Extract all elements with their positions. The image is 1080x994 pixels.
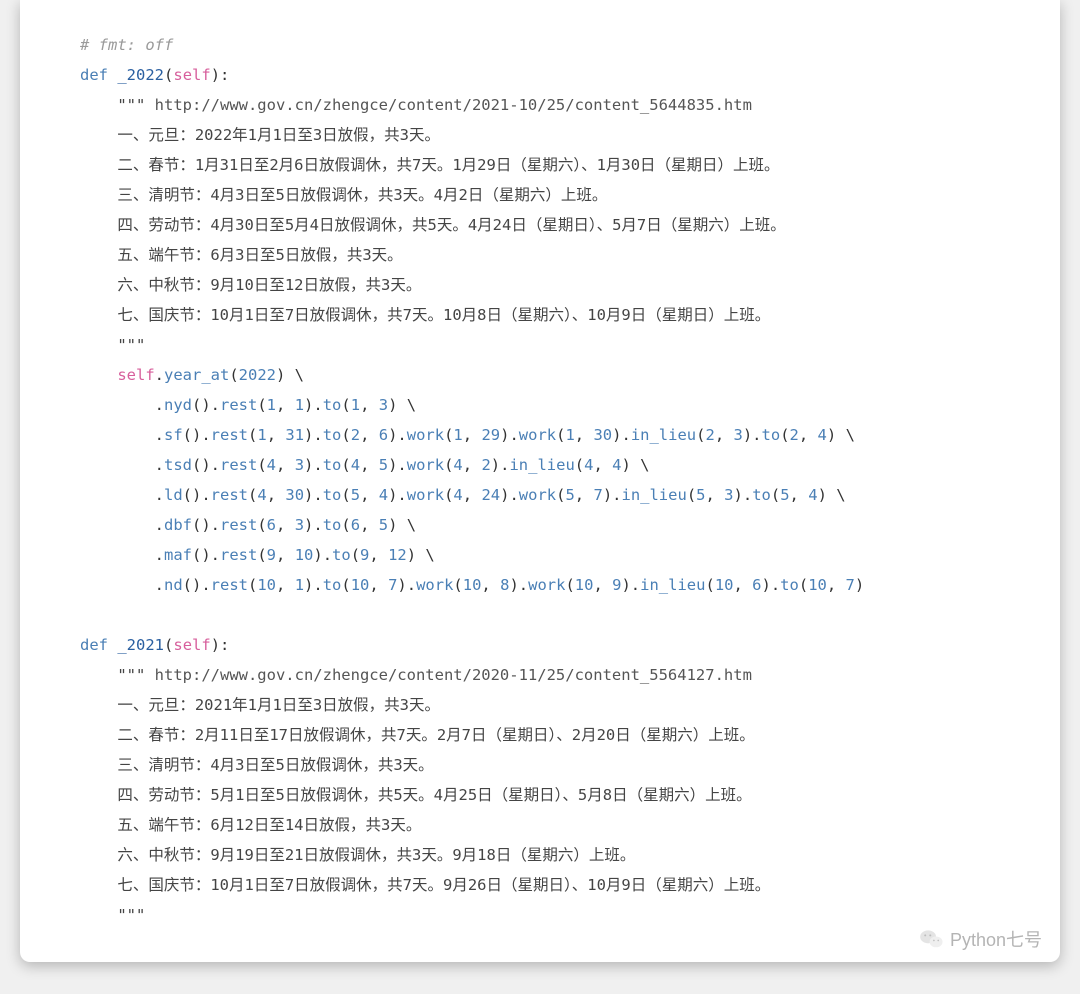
doc-2021-line: 七、国庆节：10月1日至7日放假调休，共7天。9月26日（星期日）、10月9日（… [117, 876, 770, 894]
doc-2022-line: 三、清明节：4月3日至5日放假调休，共3天。4月2日（星期六）上班。 [117, 186, 607, 204]
call-ld: ld [164, 486, 183, 504]
kw-def: def [80, 66, 108, 84]
call-year-at: year_at [164, 366, 229, 384]
doc-2021-line: 六、中秋节：9月19日至21日放假调休，共3天。9月18日（星期六）上班。 [117, 846, 635, 864]
call-nd: nd [164, 576, 183, 594]
doc-2021-line: 五、端午节：6月12日至14日放假，共3天。 [117, 816, 421, 834]
doc-2021-line: 二、春节：2月11日至17日放假调休，共7天。2月7日（星期日）、2月20日（星… [117, 726, 754, 744]
call-tsd: tsd [164, 456, 192, 474]
call-dbf: dbf [164, 516, 192, 534]
self-ref: self [117, 366, 154, 384]
doc-2022-line: 二、春节：1月31日至2月6日放假调休，共7天。1月29日（星期六）、1月30日… [117, 156, 779, 174]
doc-2022-line: 七、国庆节：10月1日至7日放假调休，共7天。10月8日（星期六）、10月9日（… [117, 306, 770, 324]
doc-2021-line: 一、元旦：2021年1月1日至3日放假，共3天。 [117, 696, 440, 714]
doc-2021-line: 四、劳动节：5月1日至5日放假调休，共5天。4月25日（星期日）、5月8日（星期… [117, 786, 751, 804]
doc-2022-line: 一、元旦：2022年1月1日至3日放假，共3天。 [117, 126, 440, 144]
docstring-close: """ [117, 906, 145, 924]
param-self: self [173, 636, 210, 654]
watermark: Python七号 [918, 926, 1042, 952]
param-self: self [173, 66, 210, 84]
kw-def: def [80, 636, 108, 654]
fn-2022-name: _2022 [117, 66, 164, 84]
code-block: # fmt: off def _2022(self): """ http://w… [80, 30, 1060, 930]
docstring-close: """ [117, 336, 145, 354]
doc-2022-line: 五、端午节：6月3日至5日放假，共3天。 [117, 246, 402, 264]
doc-2022-line: 六、中秋节：9月10日至12日放假，共3天。 [117, 276, 421, 294]
doc-2022-line: 四、劳动节：4月30日至5月4日放假调休，共5天。4月24日（星期日）、5月7日… [117, 216, 785, 234]
fn-2021-name: _2021 [117, 636, 164, 654]
doc-url-2022: http://www.gov.cn/zhengce/content/2021-1… [145, 96, 752, 114]
docstring-open: """ [117, 666, 145, 684]
call-sf: sf [164, 426, 183, 444]
call-maf: maf [164, 546, 192, 564]
call-nyd: nyd [164, 396, 192, 414]
code-card: # fmt: off def _2022(self): """ http://w… [20, 0, 1060, 962]
fmt-comment: # fmt: off [80, 36, 173, 54]
doc-2021-line: 三、清明节：4月3日至5日放假调休，共3天。 [117, 756, 433, 774]
wechat-icon [918, 926, 944, 952]
doc-url-2021: http://www.gov.cn/zhengce/content/2020-1… [145, 666, 752, 684]
docstring-open: """ [117, 96, 145, 114]
watermark-text: Python七号 [950, 926, 1042, 952]
